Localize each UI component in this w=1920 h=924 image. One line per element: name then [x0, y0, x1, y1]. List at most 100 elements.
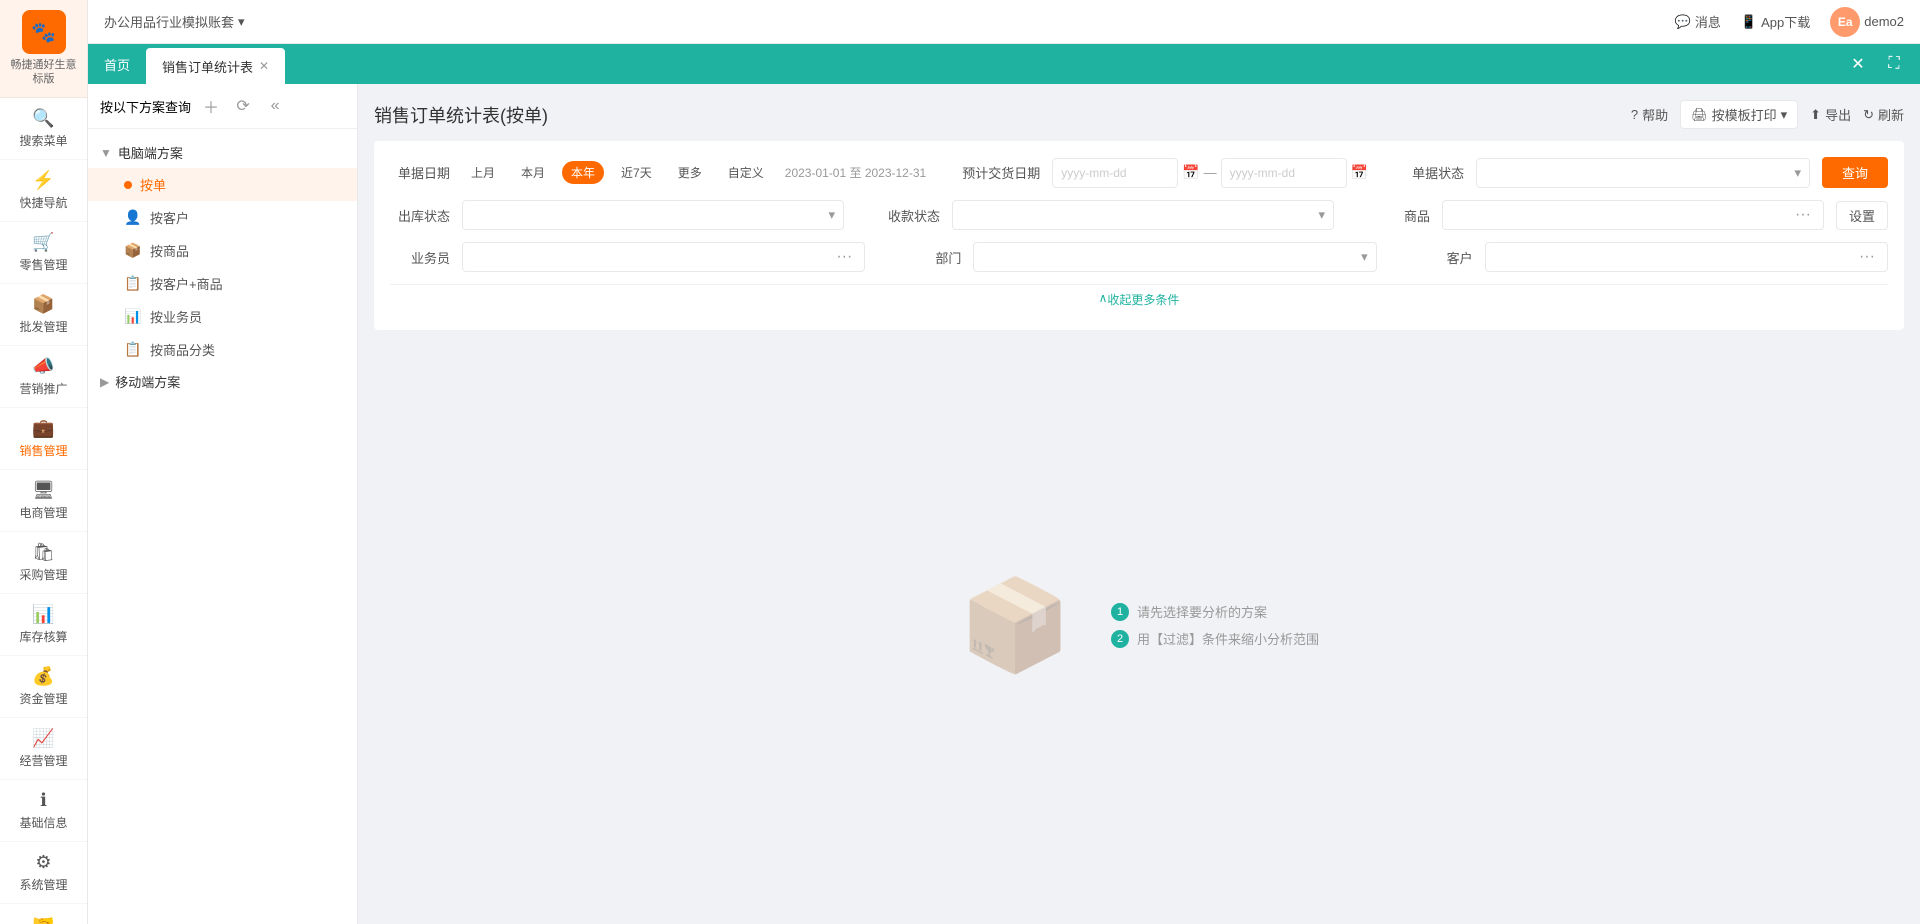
payment-label: 收款状态: [880, 206, 940, 225]
export-icon: ⬆: [1810, 107, 1821, 123]
status-label: 单据状态: [1404, 163, 1464, 182]
sidebar-item-sales[interactable]: 💼 销售管理: [0, 408, 87, 470]
date-label: 单据日期: [390, 163, 450, 182]
customer-dots-btn[interactable]: ···: [1855, 248, 1879, 266]
logo-text: 畅捷通好生意 标版: [11, 58, 77, 87]
empty-tip-1: 1 请先选择要分析的方案: [1111, 602, 1319, 621]
payment-select[interactable]: ▾: [952, 200, 1334, 230]
query-button[interactable]: 查询: [1822, 157, 1888, 188]
page-title: 销售订单统计表(按单): [374, 102, 548, 128]
tree-item-by-salesman[interactable]: 📊 按业务员: [88, 300, 357, 333]
refresh-label: 刷新: [1878, 105, 1904, 124]
dept-label: 部门: [901, 248, 961, 267]
sidebar-item-purchase[interactable]: 🛍 采购管理: [0, 532, 87, 594]
dept-select[interactable]: ▾: [973, 242, 1376, 272]
salesman-dots-btn[interactable]: ···: [832, 248, 856, 266]
date-btn-last7days[interactable]: 近7天: [612, 161, 661, 184]
sidebar-item-marketing-label: 营销推广: [19, 380, 67, 397]
active-dot-icon: [124, 181, 132, 189]
empty-tip-2-text: 用【过滤】条件来缩小分析范围: [1137, 629, 1319, 648]
cal-start-icon[interactable]: 📅: [1182, 164, 1199, 181]
cal-end-icon[interactable]: 📅: [1351, 164, 1368, 181]
retail-icon: 🛒: [32, 232, 54, 253]
help-btn[interactable]: ? 帮助: [1631, 105, 1668, 124]
tree-section-pc-header[interactable]: ▼ 电脑端方案: [88, 137, 357, 168]
customer-label: 客户: [1413, 248, 1473, 267]
status-dropdown-icon: ▾: [1794, 165, 1801, 181]
tab-sales-stat[interactable]: 销售订单统计表 ✕: [146, 48, 285, 84]
ecommerce-icon: 🖥: [32, 480, 55, 501]
date-btn-thismonth[interactable]: 本月: [512, 161, 554, 184]
user-profile[interactable]: Ea demo2: [1830, 7, 1904, 37]
tree-item-by-category[interactable]: 📋 按商品分类: [88, 333, 357, 366]
refresh-scheme-btn[interactable]: ⟳: [231, 94, 255, 118]
date-btn-thisyear[interactable]: 本年: [562, 161, 604, 184]
collapse-bar[interactable]: ∧ 收起更多条件: [390, 284, 1888, 314]
sidebar-item-quicknav[interactable]: ⚡ 快捷导航: [0, 160, 87, 222]
sidebar-item-search[interactable]: 🔍 搜索菜单: [0, 98, 87, 160]
wholesale-icon: 📦: [32, 294, 54, 315]
salesman-input[interactable]: ···: [462, 242, 865, 272]
download-icon: 📱: [1741, 14, 1757, 30]
app-title-dropdown[interactable]: 办公用品行业模拟账套 ▾: [104, 12, 245, 31]
expected-date-start-placeholder: yyyy-mm-dd: [1061, 166, 1126, 180]
sidebar-item-sales-label: 销售管理: [19, 442, 67, 459]
message-btn[interactable]: 💬 消息: [1675, 12, 1721, 31]
shipment-select[interactable]: ▾: [462, 200, 844, 230]
tab-close-icon[interactable]: ✕: [259, 59, 269, 73]
app-download-btn[interactable]: 📱 App下载: [1741, 12, 1810, 31]
sidebar-item-enterprise[interactable]: 🤝 企业协同: [0, 904, 87, 924]
tree-item-by-customer[interactable]: 👤 按客户: [88, 201, 357, 234]
scheme-tree: ▼ 电脑端方案 按单 👤 按客户 📦 按商品: [88, 129, 357, 924]
empty-tip-2: 2 用【过滤】条件来缩小分析范围: [1111, 629, 1319, 648]
print-btn[interactable]: 🖨 按模板打印 ▾: [1680, 100, 1798, 129]
export-label: 导出: [1825, 105, 1851, 124]
topbar: 办公用品行业模拟账套 ▾ 💬 消息 📱 App下载 Ea demo2: [88, 0, 1920, 44]
tree-item-by-order[interactable]: 按单: [88, 168, 357, 201]
customer-input[interactable]: ···: [1485, 242, 1888, 272]
settings-button[interactable]: 设置: [1836, 201, 1888, 230]
export-btn[interactable]: ⬆ 导出: [1810, 105, 1851, 124]
tab-home-label: 首页: [104, 55, 130, 74]
tab-close-all-btn[interactable]: ✕: [1844, 50, 1872, 78]
tab-fullscreen-btn[interactable]: ⛶: [1880, 50, 1908, 78]
tree-item-by-goods[interactable]: 📦 按商品: [88, 234, 357, 267]
sidebar-item-wholesale[interactable]: 📦 批发管理: [0, 284, 87, 346]
tab-home[interactable]: 首页: [88, 44, 146, 84]
expected-date-start-input[interactable]: yyyy-mm-dd: [1052, 158, 1178, 188]
sidebar-item-marketing[interactable]: 📣 营销推广: [0, 346, 87, 408]
operations-icon: 📈: [32, 728, 54, 749]
status-select[interactable]: ▾: [1476, 158, 1810, 188]
filter-row-2: 出库状态 ▾ 收款状态 ▾ 商品 ··· 设置: [390, 200, 1888, 230]
sidebar-item-basic[interactable]: ℹ 基础信息: [0, 780, 87, 842]
search-icon: 🔍: [32, 108, 54, 129]
goods-dots-btn[interactable]: ···: [1791, 206, 1815, 224]
sidebar-item-finance-label: 资金管理: [19, 690, 67, 707]
sidebar-item-inventory[interactable]: 📊 库存核算: [0, 594, 87, 656]
tree-item-by-customer-goods[interactable]: 📋 按客户+商品: [88, 267, 357, 300]
app-download-label: App下载: [1761, 12, 1810, 31]
sidebar-item-finance[interactable]: 💰 资金管理: [0, 656, 87, 718]
system-icon: ⚙: [35, 852, 51, 873]
collapse-panel-btn[interactable]: «: [263, 94, 287, 118]
sidebar-item-operations[interactable]: 📈 经营管理: [0, 718, 87, 780]
sidebar-item-retail[interactable]: 🛒 零售管理: [0, 222, 87, 284]
date-btn-more[interactable]: 更多: [669, 161, 711, 184]
refresh-btn[interactable]: ↻ 刷新: [1863, 105, 1904, 124]
left-panel-header: 按以下方案查询 ＋ ⟳ «: [88, 84, 357, 129]
sidebar-item-system[interactable]: ⚙ 系统管理: [0, 842, 87, 904]
topbar-left: 办公用品行业模拟账套 ▾: [104, 12, 245, 31]
marketing-icon: 📣: [32, 356, 54, 377]
customer-goods-icon: 📋: [124, 275, 142, 292]
tree-section-mobile: ▶ 移动端方案: [88, 366, 357, 397]
add-scheme-btn[interactable]: ＋: [199, 94, 223, 118]
avatar: Ea: [1830, 7, 1860, 37]
expected-date-end-input[interactable]: yyyy-mm-dd: [1221, 158, 1347, 188]
tree-section-mobile-header[interactable]: ▶ 移动端方案: [88, 366, 357, 397]
content: 按以下方案查询 ＋ ⟳ « ▼ 电脑端方案 按单 �: [88, 84, 1920, 924]
sidebar-item-ecommerce[interactable]: 🖥 电商管理: [0, 470, 87, 532]
date-btn-custom[interactable]: 自定义: [719, 161, 773, 184]
date-btn-lastmonth[interactable]: 上月: [462, 161, 504, 184]
goods-input[interactable]: ···: [1442, 200, 1824, 230]
salesman-label: 业务员: [390, 248, 450, 267]
